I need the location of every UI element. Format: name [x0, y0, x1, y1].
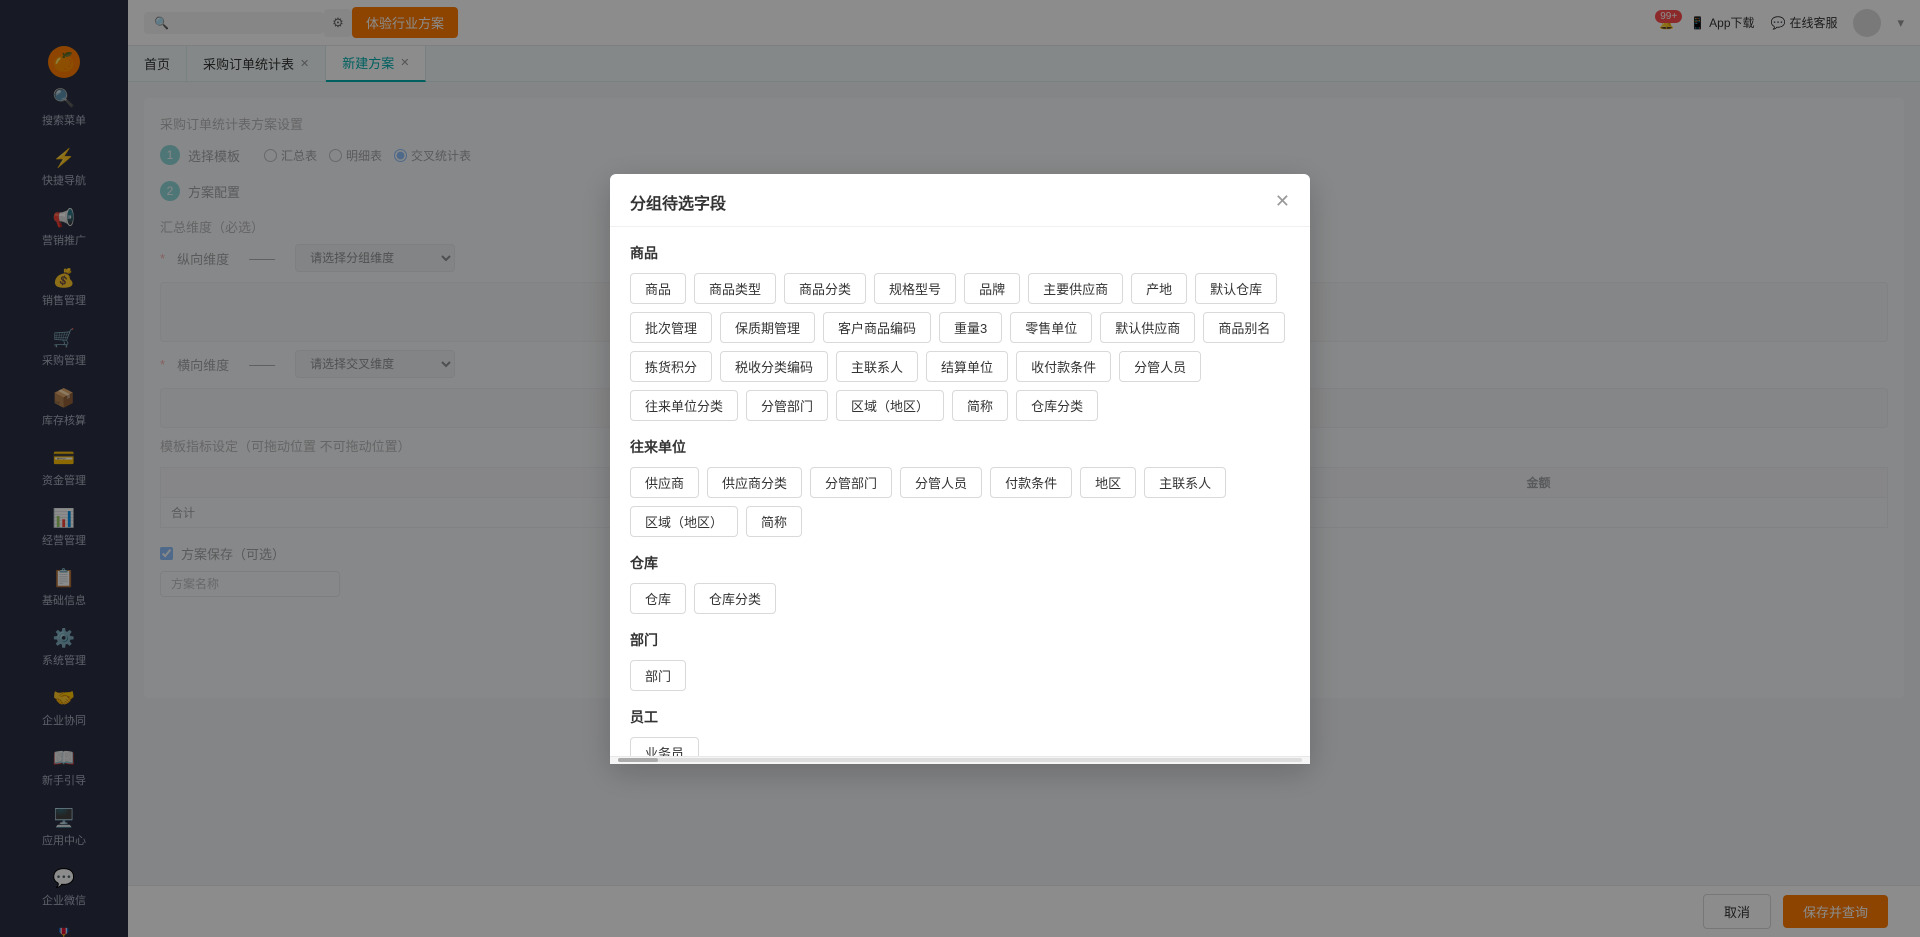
field-tag-0-9[interactable]: 保质期管理	[720, 312, 815, 343]
field-tag-1-6[interactable]: 主联系人	[1144, 467, 1226, 498]
field-tag-0-0[interactable]: 商品	[630, 273, 686, 304]
field-tag-0-17[interactable]: 主联系人	[836, 351, 918, 382]
fields-grid-3: 部门	[630, 660, 1290, 691]
field-tag-0-25[interactable]: 仓库分类	[1016, 390, 1098, 421]
field-tag-0-4[interactable]: 品牌	[964, 273, 1020, 304]
field-tag-0-5[interactable]: 主要供应商	[1028, 273, 1123, 304]
field-tag-1-5[interactable]: 地区	[1080, 467, 1136, 498]
field-tag-0-23[interactable]: 区域（地区）	[836, 390, 944, 421]
field-tag-1-3[interactable]: 分管人员	[900, 467, 982, 498]
field-tag-2-1[interactable]: 仓库分类	[694, 583, 776, 614]
section-title-1: 往来单位	[630, 437, 1290, 457]
field-tag-0-22[interactable]: 分管部门	[746, 390, 828, 421]
dialog-hscrollbar	[610, 756, 1310, 764]
dialog: 分组待选字段 ✕ 商品商品商品类型商品分类规格型号品牌主要供应商产地默认仓库批次…	[610, 174, 1310, 764]
field-tag-0-18[interactable]: 结算单位	[926, 351, 1008, 382]
field-tag-1-8[interactable]: 简称	[746, 506, 802, 537]
dialog-header: 分组待选字段 ✕	[610, 174, 1310, 227]
field-tag-1-4[interactable]: 付款条件	[990, 467, 1072, 498]
field-tag-0-21[interactable]: 往来单位分类	[630, 390, 738, 421]
section-title-4: 员工	[630, 707, 1290, 727]
field-tag-2-0[interactable]: 仓库	[630, 583, 686, 614]
field-tag-0-20[interactable]: 分管人员	[1119, 351, 1201, 382]
dialog-close-button[interactable]: ✕	[1275, 191, 1290, 212]
field-tag-0-7[interactable]: 默认仓库	[1195, 273, 1277, 304]
field-tag-1-1[interactable]: 供应商分类	[707, 467, 802, 498]
field-tag-0-16[interactable]: 税收分类编码	[720, 351, 828, 382]
field-tag-0-24[interactable]: 简称	[952, 390, 1008, 421]
field-tag-0-10[interactable]: 客户商品编码	[823, 312, 931, 343]
field-tag-0-6[interactable]: 产地	[1131, 273, 1187, 304]
dialog-body: 商品商品商品类型商品分类规格型号品牌主要供应商产地默认仓库批次管理保质期管理客户…	[610, 227, 1310, 756]
field-tag-1-0[interactable]: 供应商	[630, 467, 699, 498]
fields-grid-0: 商品商品类型商品分类规格型号品牌主要供应商产地默认仓库批次管理保质期管理客户商品…	[630, 273, 1290, 421]
field-tag-0-11[interactable]: 重量3	[939, 312, 1002, 343]
dialog-overlay: 分组待选字段 ✕ 商品商品商品类型商品分类规格型号品牌主要供应商产地默认仓库批次…	[0, 0, 1920, 937]
field-tag-0-14[interactable]: 商品别名	[1203, 312, 1285, 343]
field-tag-0-19[interactable]: 收付款条件	[1016, 351, 1111, 382]
field-tag-0-13[interactable]: 默认供应商	[1100, 312, 1195, 343]
field-tag-0-8[interactable]: 批次管理	[630, 312, 712, 343]
field-tag-1-7[interactable]: 区域（地区）	[630, 506, 738, 537]
fields-grid-2: 仓库仓库分类	[630, 583, 1290, 614]
field-tag-0-15[interactable]: 拣货积分	[630, 351, 712, 382]
field-tag-1-2[interactable]: 分管部门	[810, 467, 892, 498]
hscroll-track	[618, 758, 1302, 762]
section-title-2: 仓库	[630, 553, 1290, 573]
field-tag-0-2[interactable]: 商品分类	[784, 273, 866, 304]
field-tag-3-0[interactable]: 部门	[630, 660, 686, 691]
field-tag-0-3[interactable]: 规格型号	[874, 273, 956, 304]
field-tag-0-12[interactable]: 零售单位	[1010, 312, 1092, 343]
fields-grid-1: 供应商供应商分类分管部门分管人员付款条件地区主联系人区域（地区） 简称	[630, 467, 1290, 537]
dialog-title: 分组待选字段	[630, 190, 726, 214]
section-title-3: 部门	[630, 630, 1290, 650]
section-title-0: 商品	[630, 243, 1290, 263]
fields-grid-4: 业务员	[630, 737, 1290, 756]
field-tag-4-0[interactable]: 业务员	[630, 737, 699, 756]
field-tag-0-1[interactable]: 商品类型	[694, 273, 776, 304]
